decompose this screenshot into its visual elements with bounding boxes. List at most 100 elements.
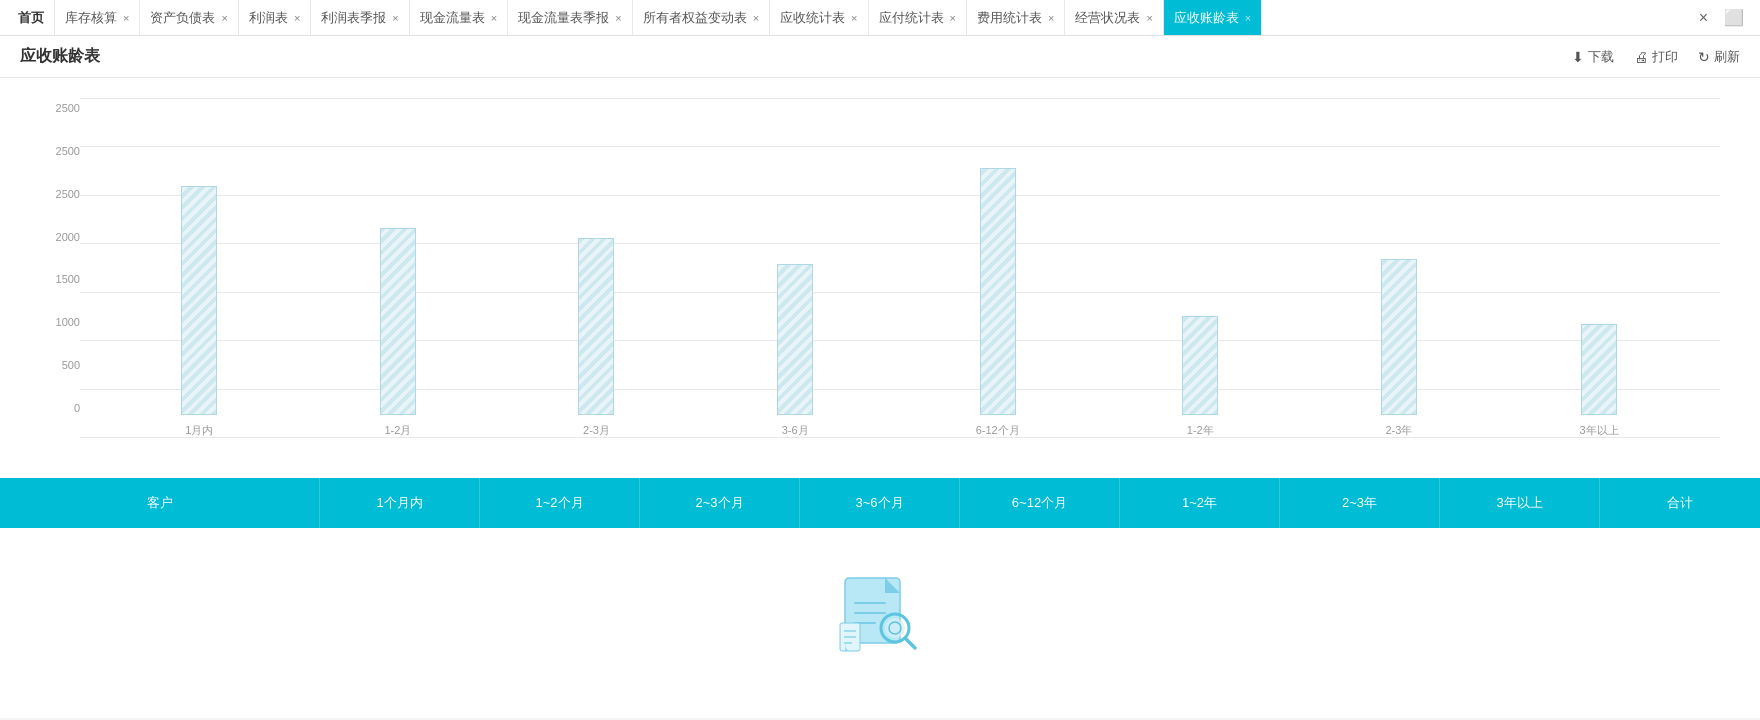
table-header-cell-1: 1个月内: [320, 478, 480, 528]
close-window-icon[interactable]: ×: [1695, 7, 1712, 29]
chart-y-axis: 2500250025002000150010005000: [40, 98, 80, 438]
bar-group: 1-2月: [380, 228, 416, 438]
refresh-button[interactable]: ↻ 刷新: [1698, 48, 1740, 66]
tab-label-profit-q: 利润表季报: [321, 9, 386, 27]
tab-label-profit: 利润表: [249, 9, 288, 27]
tab-close-cashflow-q[interactable]: ×: [615, 12, 621, 24]
page-title: 应收账龄表: [20, 46, 100, 67]
tab-close-balance[interactable]: ×: [221, 12, 227, 24]
chart-body: 1月内 1-2月 2-3月 3-6月 6-12个月 1-2年 2-3年 3年以上: [80, 98, 1720, 438]
bar-x-label: 3年以上: [1579, 423, 1618, 438]
tab-bar: 首页 库存核算×资产负债表×利润表×利润表季报×现金流量表×现金流量表季报×所有…: [0, 0, 1760, 36]
tab-ar-aging[interactable]: 应收账龄表×: [1164, 0, 1262, 36]
svg-line-7: [905, 638, 915, 648]
y-axis-label: 0: [40, 402, 80, 414]
bar: [1581, 324, 1617, 415]
empty-state: [0, 528, 1760, 718]
tab-close-profit[interactable]: ×: [294, 12, 300, 24]
maximize-window-icon[interactable]: ⬜: [1720, 6, 1748, 29]
bar-group: 1月内: [181, 186, 217, 438]
tab-equity[interactable]: 所有者权益变动表 ×: [633, 0, 770, 36]
bar: [1182, 316, 1218, 415]
tab-expense[interactable]: 费用统计表 ×: [967, 0, 1065, 36]
table-header: 客户1个月内1~2个月2~3个月3~6个月6~12个月1~2年2~3年3年以上合…: [0, 478, 1760, 528]
tab-balance[interactable]: 资产负债表 ×: [140, 0, 238, 36]
tab-label-ap-stat: 应付统计表: [879, 9, 944, 27]
tab-profit[interactable]: 利润表 ×: [239, 0, 311, 36]
main-content: 2500250025002000150010005000 1月内1-2月2-3月: [0, 78, 1760, 718]
bar-group: 1-2年: [1182, 316, 1218, 438]
y-axis-label: 2000: [40, 231, 80, 243]
tab-ar-stat[interactable]: 应收统计表 ×: [770, 0, 868, 36]
table-header-cell-0: 客户: [0, 478, 320, 528]
tab-controls: × ⬜: [1695, 6, 1752, 29]
tab-close-cashflow[interactable]: ×: [491, 12, 497, 24]
tab-label-operation: 经营状况表: [1075, 9, 1140, 27]
print-button[interactable]: 🖨 打印: [1634, 48, 1678, 66]
tab-cashflow[interactable]: 现金流量表 ×: [410, 0, 508, 36]
tab-close-equity[interactable]: ×: [753, 12, 759, 24]
tab-label-balance: 资产负债表: [150, 9, 215, 27]
bar-x-label: 3-6月: [782, 423, 809, 438]
bar: [181, 186, 217, 415]
bar: [1381, 259, 1417, 415]
bar-group: 2-3年: [1381, 259, 1417, 438]
bars-row: 1月内 1-2月 2-3月 3-6月 6-12个月 1-2年 2-3年 3年以上: [80, 98, 1720, 438]
refresh-icon: ↻: [1698, 49, 1710, 65]
download-button[interactable]: ⬇ 下载: [1572, 48, 1614, 66]
tab-label-ar-stat: 应收统计表: [780, 9, 845, 27]
tab-close-operation[interactable]: ×: [1146, 12, 1152, 24]
tab-inventory[interactable]: 库存核算 ×: [55, 0, 140, 36]
tab-close-ar-stat[interactable]: ×: [851, 12, 857, 24]
tab-label-cashflow: 现金流量表: [420, 9, 485, 27]
table-header-cell-2: 1~2个月: [480, 478, 640, 528]
y-axis-label: 1000: [40, 316, 80, 328]
y-axis-label: 2500: [40, 102, 80, 114]
bar-x-label: 6-12个月: [976, 423, 1020, 438]
tab-label-expense: 费用统计表: [977, 9, 1042, 27]
table-header-cell-5: 6~12个月: [960, 478, 1120, 528]
refresh-label: 刷新: [1714, 48, 1740, 66]
tab-close-ar-aging[interactable]: ×: [1245, 12, 1251, 24]
bar-x-label: 2-3年: [1385, 423, 1412, 438]
bar-x-label: 1-2年: [1187, 423, 1214, 438]
tab-close-profit-q[interactable]: ×: [392, 12, 398, 24]
bar-group: 3-6月: [777, 264, 813, 438]
tab-ap-stat[interactable]: 应付统计表 ×: [869, 0, 967, 36]
bar: [777, 264, 813, 415]
tab-close-ap-stat[interactable]: ×: [950, 12, 956, 24]
bar: [980, 168, 1016, 415]
table-header-cell-7: 2~3年: [1280, 478, 1440, 528]
tab-home[interactable]: 首页: [8, 0, 55, 36]
y-axis-label: 1500: [40, 273, 80, 285]
tab-close-inventory[interactable]: ×: [123, 12, 129, 24]
chart-grid: 1月内 1-2月 2-3月 3-6月 6-12个月 1-2年 2-3年 3年以上: [80, 98, 1720, 438]
header-actions: ⬇ 下载 🖨 打印 ↻ 刷新: [1572, 48, 1740, 66]
table-header-cell-3: 2~3个月: [640, 478, 800, 528]
print-icon: 🖨: [1634, 49, 1648, 65]
table-header-cell-6: 1~2年: [1120, 478, 1280, 528]
tab-cashflow-q[interactable]: 现金流量表季报 ×: [508, 0, 632, 36]
tab-label-cashflow-q: 现金流量表季报: [518, 9, 609, 27]
y-axis-label: 500: [40, 359, 80, 371]
download-label: 下载: [1588, 48, 1614, 66]
tab-label-inventory: 库存核算: [65, 9, 117, 27]
print-label: 打印: [1652, 48, 1678, 66]
bar-group: 3年以上: [1579, 324, 1618, 438]
svg-point-6: [885, 618, 905, 638]
tab-close-expense[interactable]: ×: [1048, 12, 1054, 24]
tab-label-equity: 所有者权益变动表: [643, 9, 747, 27]
page-header: 应收账龄表 ⬇ 下载 🖨 打印 ↻ 刷新: [0, 36, 1760, 78]
tab-home-label: 首页: [18, 9, 44, 27]
y-axis-label: 2500: [40, 145, 80, 157]
download-icon: ⬇: [1572, 49, 1584, 65]
empty-icon: [830, 568, 930, 658]
tab-operation[interactable]: 经营状况表 ×: [1065, 0, 1163, 36]
bar-x-label: 1月内: [185, 423, 213, 438]
table-header-cell-4: 3~6个月: [800, 478, 960, 528]
bar-group: 2-3月: [578, 238, 614, 438]
bar-x-label: 1-2月: [384, 423, 411, 438]
bar-group: 6-12个月: [976, 168, 1020, 438]
tab-profit-q[interactable]: 利润表季报 ×: [311, 0, 409, 36]
bar: [380, 228, 416, 415]
